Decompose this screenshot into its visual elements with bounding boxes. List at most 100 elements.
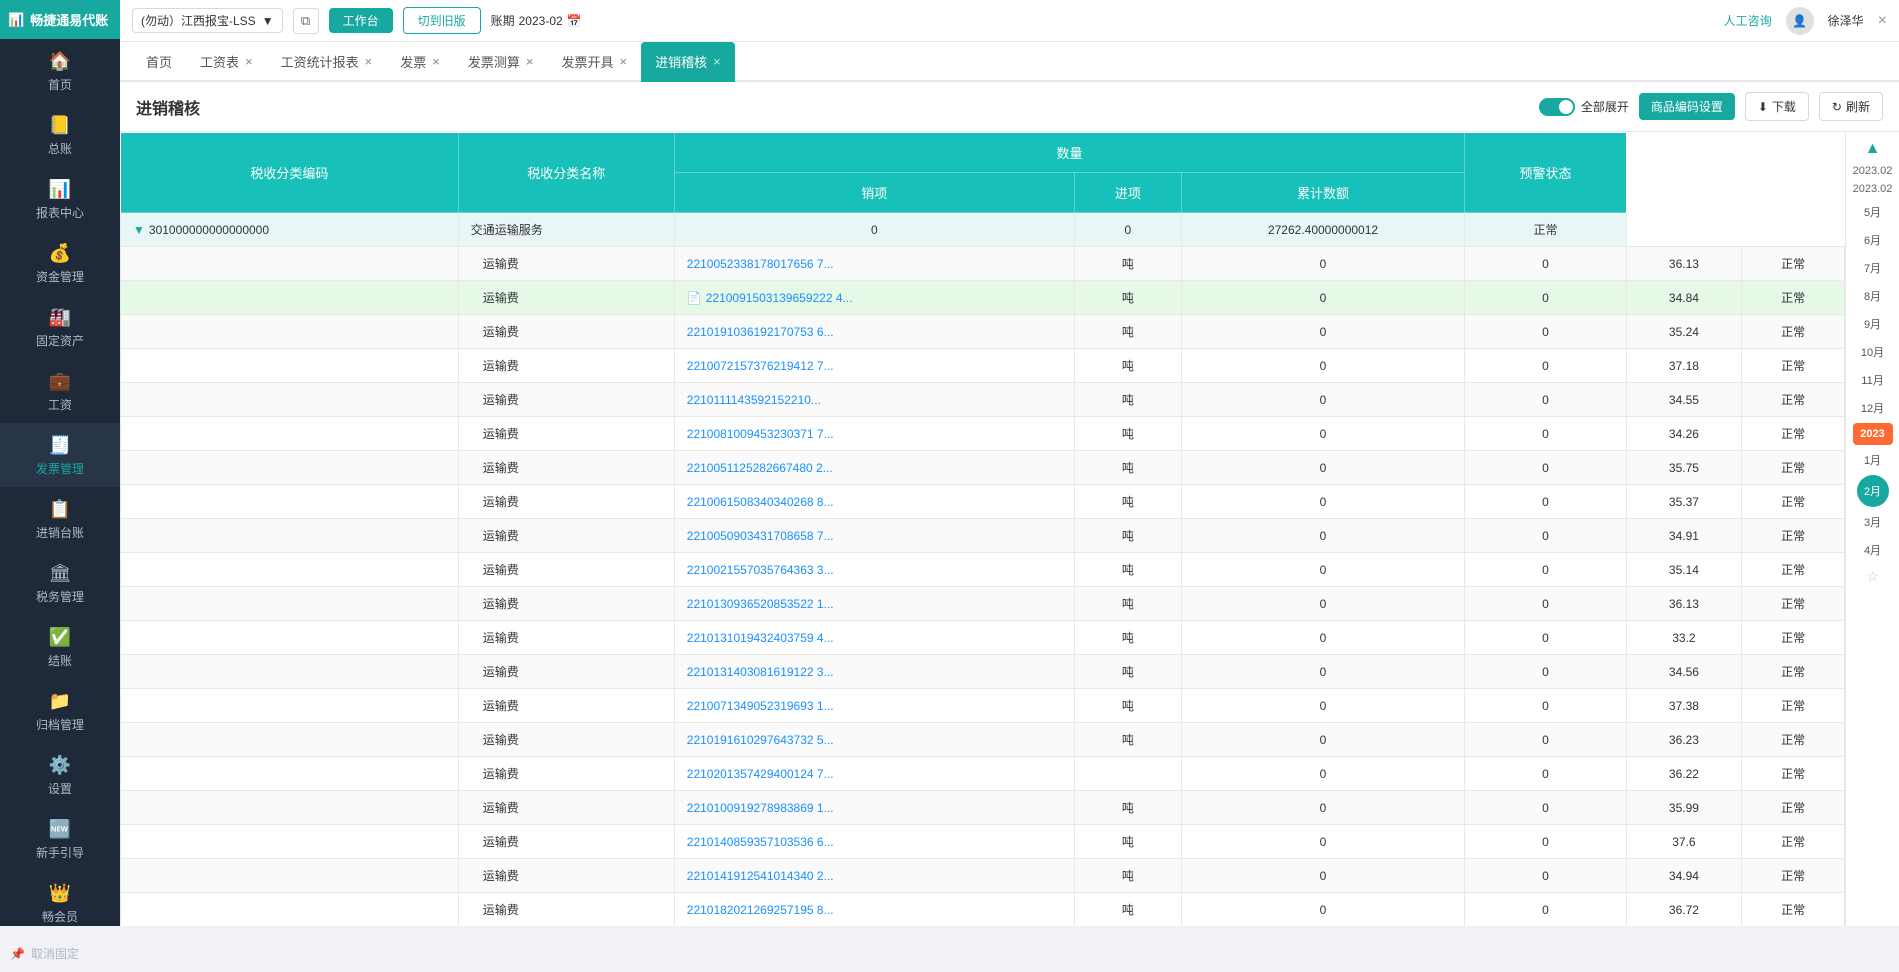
sidebar-item-settle[interactable]: ✅ 结账 [0, 615, 120, 679]
calendar-month-8[interactable]: 8月 [1853, 283, 1893, 309]
tab-invoice-calc[interactable]: 发票测算 × [454, 42, 548, 82]
calendar-month-12[interactable]: 12月 [1853, 395, 1893, 421]
tab-invoice[interactable]: 发票 × [386, 42, 454, 82]
empty-code [121, 791, 459, 825]
tax-id-cell[interactable]: 2210111143592152210... [674, 383, 1074, 417]
purchase-cell: 0 [1465, 553, 1627, 587]
calendar-month-11[interactable]: 11月 [1853, 367, 1893, 393]
tax-id-cell[interactable]: 2210140859357103536 6... [674, 825, 1074, 859]
calendar-month-5[interactable]: 5月 [1853, 199, 1893, 225]
tax-id-cell[interactable]: 2210072157376219412 7... [674, 349, 1074, 383]
sidebar-item-archive[interactable]: 📁 归档管理 [0, 679, 120, 743]
cumulative-cell: 34.55 [1626, 383, 1741, 417]
company-selector[interactable]: (勿动）江西报宝-LSS ▼ [132, 8, 283, 33]
empty-code [121, 893, 459, 927]
tab-label: 工资统计报表 [281, 52, 359, 71]
sidebar-item-settings[interactable]: ⚙️ 设置 [0, 743, 120, 807]
collapse-icon[interactable]: ▼ [133, 223, 145, 237]
sidebar-item-member[interactable]: 👑 畅会员 [0, 871, 120, 935]
download-button[interactable]: ⬇ 下载 [1745, 92, 1809, 121]
tab-home[interactable]: 首页 [132, 42, 186, 82]
tax-id-cell[interactable]: 2210141912541014340 2... [674, 859, 1074, 893]
tab-invoice-issue[interactable]: 发票开具 × [547, 42, 641, 82]
cumulative-cell: 33.2 [1626, 621, 1741, 655]
empty-code [121, 825, 459, 859]
support-button[interactable]: 人工咨询 [1724, 12, 1772, 29]
empty-code [121, 723, 459, 757]
tab-close-icon[interactable]: × [365, 54, 373, 69]
calendar-month-3[interactable]: 3月 [1853, 509, 1893, 535]
sidebar-item-ledger[interactable]: 📒 总账 [0, 103, 120, 167]
sale-cell: 0 [1181, 281, 1464, 315]
tab-payroll-table[interactable]: 工资表 × [186, 42, 267, 82]
tax-id-cell[interactable]: 2210081009453230371 7... [674, 417, 1074, 451]
tax-id-cell[interactable]: 2210182021269257195 8... [674, 893, 1074, 927]
status-cell: 正常 [1742, 519, 1845, 553]
copy-button[interactable]: ⧉ [293, 8, 319, 34]
tab-close-icon[interactable]: × [432, 54, 440, 69]
tax-id-cell[interactable]: 2210201357429400124 7... [674, 757, 1074, 791]
product-code-button[interactable]: 商品编码设置 [1639, 93, 1735, 120]
sidebar-item-guide[interactable]: 🆕 新手引导 [0, 807, 120, 871]
calendar-month-4[interactable]: 4月 [1853, 537, 1893, 563]
unpin-button[interactable]: 📌 取消固定 [0, 935, 120, 972]
tax-id-cell[interactable]: 2210052338178017656 7... [674, 247, 1074, 281]
child-name-cell: 运输费 [458, 281, 674, 315]
user-name[interactable]: 徐泽华 [1828, 12, 1864, 29]
tab-close-icon[interactable]: × [713, 54, 721, 69]
tax-id-cell[interactable]: 2210191036192170753 6... [674, 315, 1074, 349]
close-button[interactable]: × [1878, 12, 1887, 30]
child-name-cell: 运输费 [458, 825, 674, 859]
sidebar-item-label: 结账 [48, 652, 72, 669]
calendar-year-label-2: 2023.02 [1851, 180, 1895, 198]
sidebar-item-reports[interactable]: 📊 报表中心 [0, 167, 120, 231]
purchase-cell: 0 [1465, 621, 1627, 655]
tab-close-icon[interactable]: × [245, 54, 253, 69]
tax-id-cell[interactable]: 2210130936520853522 1... [674, 587, 1074, 621]
calendar-up-button[interactable]: ▲ [1861, 136, 1885, 162]
calendar-month-10[interactable]: 10月 [1853, 339, 1893, 365]
tag-cell: 吨 [1074, 417, 1181, 451]
sidebar-item-assets[interactable]: 🏭 固定资产 [0, 295, 120, 359]
period-selector[interactable]: 账期 2023-02 📅 [491, 12, 582, 29]
tab-label: 首页 [146, 52, 172, 71]
sidebar-item-sales-ledger[interactable]: 📋 进销台账 [0, 487, 120, 551]
sidebar-item-tax[interactable]: 🏛 税务管理 [0, 551, 120, 615]
tab-close-icon[interactable]: × [526, 54, 534, 69]
calendar-month-1[interactable]: 1月 [1853, 447, 1893, 473]
toggle-label: 全部展开 [1581, 98, 1629, 115]
calendar-month-2-active[interactable]: 2月 [1857, 475, 1889, 507]
workbench-button[interactable]: 工作台 [329, 8, 393, 33]
tax-id-cell[interactable]: 2210061508340340268 8... [674, 485, 1074, 519]
tab-close-icon[interactable]: × [619, 54, 627, 69]
cumulative-cell: 36.23 [1626, 723, 1741, 757]
tax-id-cell[interactable]: 2210191610297643732 5... [674, 723, 1074, 757]
tax-id-cell[interactable]: 2210131403081619122 3... [674, 655, 1074, 689]
tax-id-cell[interactable]: 📄2210091503139659222 4... [674, 281, 1074, 315]
data-table-container[interactable]: 税收分类编码 税收分类名称 数量 预警状态 销项 进项 累计数额 [120, 132, 1845, 926]
tax-id-cell[interactable]: 2210051125282667480 2... [674, 451, 1074, 485]
period-value: 2023-02 [519, 14, 563, 28]
sidebar-item-funds[interactable]: 💰 资金管理 [0, 231, 120, 295]
calendar-month-6[interactable]: 6月 [1853, 227, 1893, 253]
table-row: 运输费2210130936520853522 1...吨0036.13正常 [121, 587, 1845, 621]
tab-payroll-report[interactable]: 工资统计报表 × [267, 42, 387, 82]
tax-id-cell[interactable]: 2210021557035764363 3... [674, 553, 1074, 587]
tax-id-cell[interactable]: 2210100919278983869 1... [674, 791, 1074, 825]
tax-id-cell[interactable]: 2210071349052319693 1... [674, 689, 1074, 723]
calendar-month-7[interactable]: 7月 [1853, 255, 1893, 281]
tax-id-cell[interactable]: 2210131019432403759 4... [674, 621, 1074, 655]
company-label: (勿动）江西报宝-LSS [141, 12, 256, 29]
sidebar-item-home[interactable]: 🏠 首页 [0, 39, 120, 103]
chevron-down-icon: ▼ [262, 14, 274, 28]
calendar-month-9[interactable]: 9月 [1853, 311, 1893, 337]
sidebar-item-invoice-mgmt[interactable]: 🧾 发票管理 [0, 423, 120, 487]
back-button[interactable]: 切到旧版 [403, 7, 481, 34]
sidebar-item-payroll[interactable]: 💼 工资 [0, 359, 120, 423]
sidebar-item-label: 首页 [48, 76, 72, 93]
tab-sales-reconcile[interactable]: 进销稽核 × [641, 42, 735, 82]
tax-id-cell[interactable]: 2210050903431708658 7... [674, 519, 1074, 553]
expand-toggle[interactable] [1539, 98, 1575, 116]
refresh-button[interactable]: ↻ 刷新 [1819, 92, 1883, 121]
payroll-icon: 💼 [49, 371, 71, 392]
